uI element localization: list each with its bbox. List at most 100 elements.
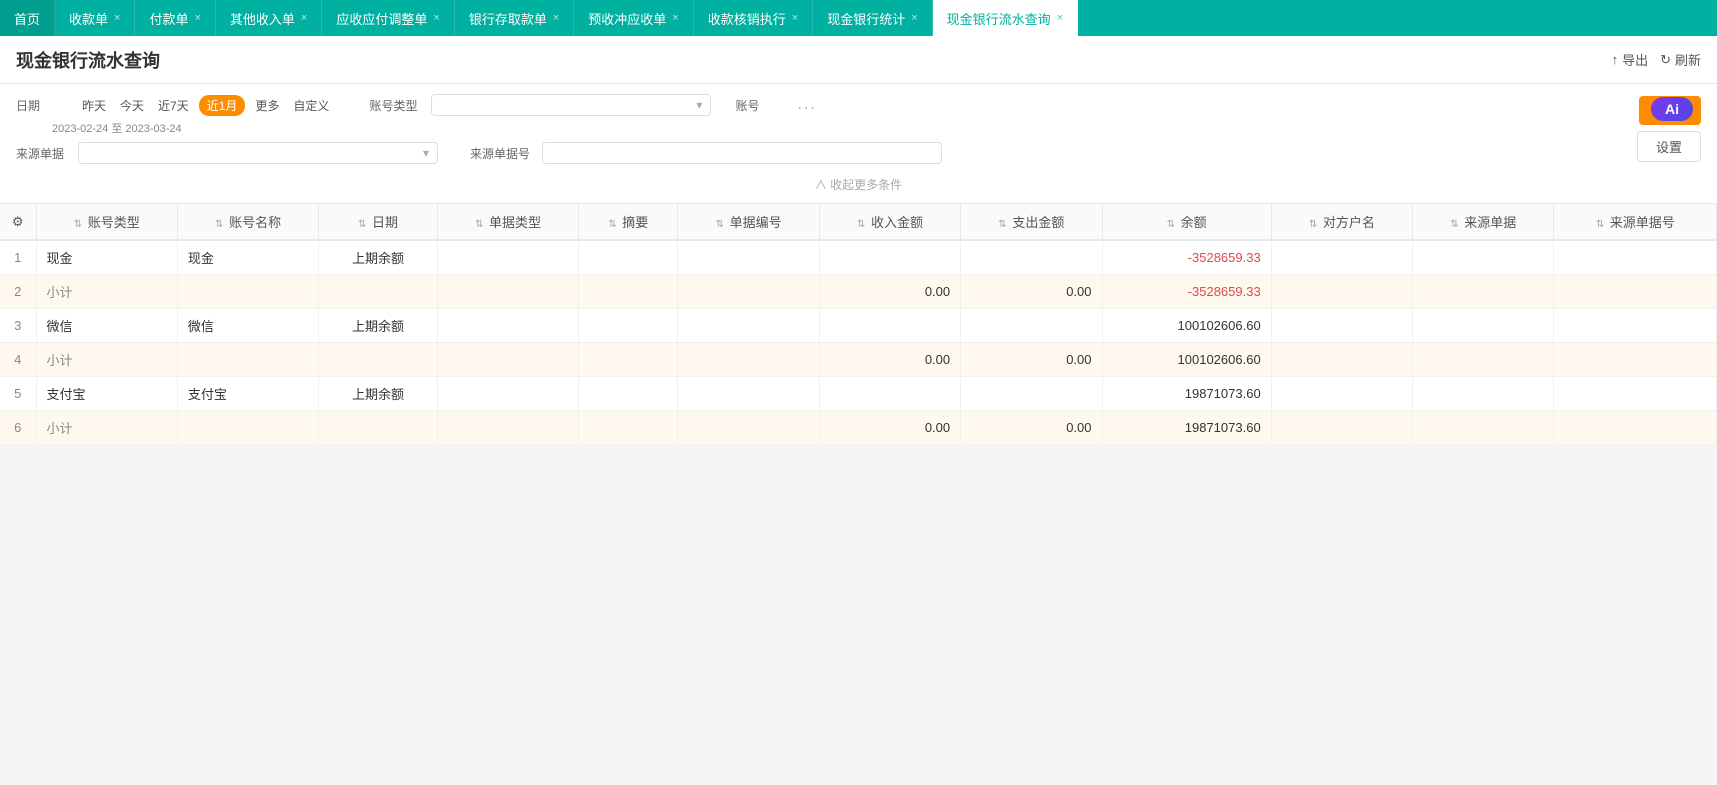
th-settings[interactable]: ⚙ (0, 204, 36, 240)
nav-tab-ar-ap-adjust[interactable]: 应收应付调整单 × (322, 0, 454, 36)
th-account-name[interactable]: ⇅ 账号名称 (177, 204, 318, 240)
more-options-button[interactable]: ... (797, 96, 816, 114)
page-title: 现金银行流水查询 (16, 47, 160, 73)
cell-date (319, 343, 438, 377)
close-icon[interactable]: × (301, 12, 307, 24)
cell-num: 1 (0, 240, 36, 275)
cell-account-name: 现金 (177, 240, 318, 275)
nav-tab-bank-stats[interactable]: 现金银行统计 × (813, 0, 932, 36)
cell-doc-type (437, 275, 578, 309)
sort-icon: ⇅ (608, 219, 616, 230)
th-summary[interactable]: ⇅ 摘要 (579, 204, 678, 240)
cell-date (319, 411, 438, 445)
cell-doc-type (437, 411, 578, 445)
nav-tab-receipt-verify[interactable]: 收款核销执行 × (694, 0, 813, 36)
table-row: 3 微信 微信 上期余额 100102606.60 (0, 309, 1717, 343)
source-doc-no-input[interactable] (542, 142, 942, 164)
table-row: 1 现金 现金 上期余额 -3528659.33 (0, 240, 1717, 275)
cell-counterparty (1271, 309, 1412, 343)
cell-account-type: 小计 (36, 411, 177, 445)
nav-tab-payments[interactable]: 付款单 × (135, 0, 215, 36)
cell-expense: 0.00 (961, 411, 1102, 445)
nav-home[interactable]: 首页 (0, 0, 55, 36)
th-balance[interactable]: ⇅ 余额 (1102, 204, 1271, 240)
export-button[interactable]: ↑ 导出 (1612, 50, 1649, 69)
cell-summary (579, 275, 678, 309)
refresh-button[interactable]: ↻ 刷新 (1660, 50, 1701, 69)
date-range-display: 2023-02-24 至 2023-03-24 (52, 123, 182, 135)
cell-account-type: 支付宝 (36, 377, 177, 411)
th-expense[interactable]: ⇅ 支出金额 (961, 204, 1102, 240)
close-icon[interactable]: × (1057, 12, 1063, 24)
cell-source-doc (1413, 411, 1554, 445)
cell-expense (961, 309, 1102, 343)
th-counterparty[interactable]: ⇅ 对方户名 (1271, 204, 1412, 240)
close-icon[interactable]: × (911, 12, 917, 24)
close-icon[interactable]: × (672, 12, 678, 24)
filter-row-source: 来源单据 ▾ 来源单据号 (16, 142, 1605, 164)
cell-source-doc-no (1554, 377, 1717, 411)
cell-source-doc (1413, 309, 1554, 343)
th-date[interactable]: ⇅ 日期 (319, 204, 438, 240)
close-icon[interactable]: × (553, 12, 559, 24)
chevron-down-icon: ▾ (423, 146, 429, 160)
nav-tab-prepay[interactable]: 预收冲应收单 × (574, 0, 693, 36)
sort-icon: ⇅ (1167, 219, 1175, 230)
source-doc-dropdown[interactable]: ▾ (78, 142, 438, 164)
cell-date: 上期余额 (319, 377, 438, 411)
th-doc-type[interactable]: ⇅ 单据类型 (437, 204, 578, 240)
sort-icon: ⇅ (1450, 219, 1458, 230)
shortcut-1month[interactable]: 近1月 (199, 95, 246, 116)
cell-summary (579, 343, 678, 377)
cell-num: 2 (0, 275, 36, 309)
shortcut-yesterday[interactable]: 昨天 (78, 96, 110, 115)
th-doc-no[interactable]: ⇅ 单据编号 (678, 204, 819, 240)
setting-button[interactable]: 设置 (1637, 131, 1701, 162)
sort-icon: ⇅ (475, 219, 483, 230)
cell-source-doc (1413, 377, 1554, 411)
nav-tab-bank-deposit[interactable]: 银行存取款单 × (455, 0, 574, 36)
cell-counterparty (1271, 343, 1412, 377)
cell-account-type: 小计 (36, 343, 177, 377)
filter-area: 日期 昨天 今天 近7天 近1月 更多 自定义 账号类型 ▾ 账号 .. (0, 84, 1717, 204)
shortcut-custom[interactable]: 自定义 (289, 96, 333, 115)
cell-doc-no (678, 343, 819, 377)
close-icon[interactable]: × (114, 12, 120, 24)
shortcut-more[interactable]: 更多 (251, 96, 283, 115)
th-source-doc[interactable]: ⇅ 来源单据 (1413, 204, 1554, 240)
th-account-type[interactable]: ⇅ 账号类型 (36, 204, 177, 240)
cell-expense: 0.00 (961, 275, 1102, 309)
cell-balance: -3528659.33 (1102, 275, 1271, 309)
cell-doc-type (437, 240, 578, 275)
ai-badge[interactable]: Ai (1651, 97, 1693, 121)
cell-account-name: 支付宝 (177, 377, 318, 411)
source-doc-label: 来源单据 (16, 145, 66, 162)
cell-doc-no (678, 275, 819, 309)
shortcut-today[interactable]: 今天 (116, 96, 148, 115)
close-icon[interactable]: × (792, 12, 798, 24)
nav-tab-other-income[interactable]: 其他收入单 × (216, 0, 322, 36)
cell-source-doc (1413, 343, 1554, 377)
close-icon[interactable]: × (433, 12, 439, 24)
cell-summary (579, 309, 678, 343)
cell-expense (961, 240, 1102, 275)
nav-tab-bank-flow[interactable]: 现金银行流水查询 × (933, 0, 1078, 36)
cell-account-name (177, 275, 318, 309)
shortcut-7days[interactable]: 近7天 (154, 96, 193, 115)
collapse-button[interactable]: ∧ 收起更多条件 (16, 172, 1701, 195)
cell-income (819, 377, 960, 411)
nav-tab-receipts[interactable]: 收款单 × (55, 0, 135, 36)
close-icon[interactable]: × (194, 12, 200, 24)
sort-icon: ⇅ (358, 219, 366, 230)
account-type-dropdown[interactable]: ▾ (431, 94, 711, 116)
cell-counterparty (1271, 411, 1412, 445)
cell-source-doc-no (1554, 309, 1717, 343)
sort-icon: ⇅ (74, 219, 82, 230)
cell-source-doc-no (1554, 411, 1717, 445)
th-source-doc-no[interactable]: ⇅ 来源单据号 (1554, 204, 1717, 240)
cell-balance: 100102606.60 (1102, 309, 1271, 343)
data-table: ⚙ ⇅ 账号类型 ⇅ 账号名称 ⇅ 日期 ⇅ 单据类型 (0, 204, 1717, 445)
cell-account-name (177, 411, 318, 445)
th-income[interactable]: ⇅ 收入金额 (819, 204, 960, 240)
chevron-down-icon: ▾ (696, 98, 702, 112)
